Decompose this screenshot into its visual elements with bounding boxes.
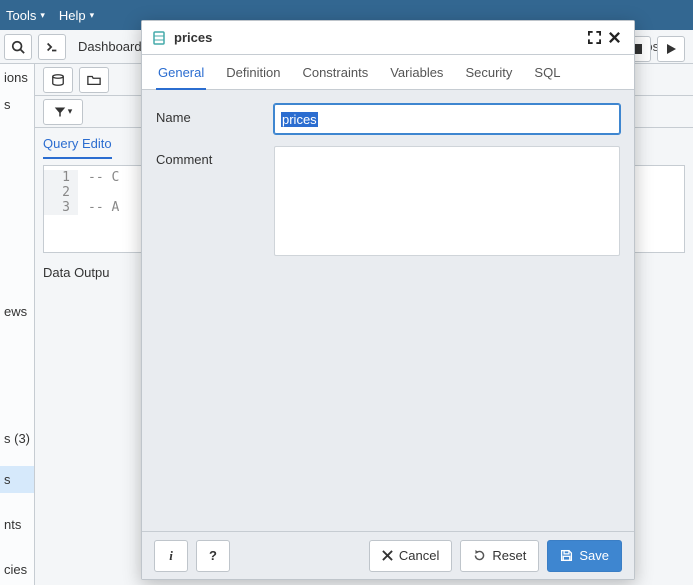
tree-item[interactable]: s (3) xyxy=(0,425,34,452)
maximize-button[interactable] xyxy=(584,28,604,48)
table-icon xyxy=(152,31,166,45)
cancel-label: Cancel xyxy=(399,548,439,563)
tab-data-output[interactable]: Data Outpu xyxy=(43,265,110,280)
line-number: 3 xyxy=(44,200,78,215)
maximize-icon xyxy=(588,31,601,44)
info-button[interactable]: i xyxy=(154,540,188,572)
db-button[interactable] xyxy=(43,67,73,93)
menu-help-label: Help xyxy=(59,8,86,23)
dialog-footer: i ? Cancel Reset Save xyxy=(142,531,634,579)
save-icon xyxy=(560,549,573,562)
name-input-value: prices xyxy=(281,112,318,127)
terminal-button[interactable] xyxy=(38,34,66,60)
tree-item[interactable]: cies xyxy=(0,556,34,583)
help-button[interactable]: ? xyxy=(196,540,230,572)
reset-icon xyxy=(473,549,486,562)
chevron-down-icon: ▾ xyxy=(90,10,95,21)
chevron-down-icon: ▾ xyxy=(40,10,45,21)
properties-dialog: prices General Definition Constraints Va… xyxy=(141,20,635,580)
menu-tools[interactable]: Tools ▾ xyxy=(6,8,45,23)
help-icon: ? xyxy=(209,548,217,563)
menu-tools-label: Tools xyxy=(6,8,36,23)
tree-item[interactable]: ews xyxy=(0,298,34,325)
play-icon xyxy=(665,43,677,55)
reset-label: Reset xyxy=(492,548,526,563)
line-number: 2 xyxy=(44,185,78,200)
dialog-body: Name prices Comment xyxy=(142,90,634,531)
filter-icon xyxy=(54,106,66,118)
tab-variables[interactable]: Variables xyxy=(388,55,445,89)
play-button[interactable] xyxy=(657,36,685,62)
filter-dropdown[interactable]: ▾ xyxy=(43,99,83,125)
editor-line: -- A xyxy=(78,200,119,215)
comment-row: Comment xyxy=(156,146,620,256)
info-icon: i xyxy=(169,548,173,564)
close-icon xyxy=(382,550,393,561)
cancel-button[interactable]: Cancel xyxy=(369,540,452,572)
database-icon xyxy=(51,73,65,87)
search-icon xyxy=(11,40,25,54)
terminal-icon xyxy=(45,40,59,54)
object-browser[interactable]: ions s ews s (3) s nts cies xyxy=(0,64,35,585)
close-icon xyxy=(608,31,621,44)
tab-security[interactable]: Security xyxy=(463,55,514,89)
tree-item[interactable]: ions xyxy=(0,64,34,91)
tree-item[interactable]: s xyxy=(0,91,34,118)
name-input[interactable]: prices xyxy=(274,104,620,134)
tree-item-selected[interactable]: s xyxy=(0,466,34,493)
tab-definition[interactable]: Definition xyxy=(224,55,282,89)
menu-help[interactable]: Help ▾ xyxy=(59,8,94,23)
comment-label: Comment xyxy=(156,146,264,167)
save-button[interactable]: Save xyxy=(547,540,622,572)
name-row: Name prices xyxy=(156,104,620,134)
tab-general[interactable]: General xyxy=(156,55,206,90)
line-number: 1 xyxy=(44,170,78,185)
reset-button[interactable]: Reset xyxy=(460,540,539,572)
tab-sql[interactable]: SQL xyxy=(532,55,562,89)
open-button[interactable] xyxy=(79,67,109,93)
chevron-down-icon: ▾ xyxy=(68,106,73,117)
folder-open-icon xyxy=(87,73,101,87)
tab-query-editor[interactable]: Query Edito xyxy=(43,136,112,159)
editor-line: -- C xyxy=(78,170,119,185)
save-label: Save xyxy=(579,548,609,563)
dialog-header: prices xyxy=(142,21,634,55)
close-button[interactable] xyxy=(604,28,624,48)
comment-input[interactable] xyxy=(274,146,620,256)
tab-constraints[interactable]: Constraints xyxy=(300,55,370,89)
name-label: Name xyxy=(156,104,264,125)
tree-item[interactable]: nts xyxy=(0,511,34,538)
dialog-title: prices xyxy=(174,30,212,45)
dialog-tabs: General Definition Constraints Variables… xyxy=(142,55,634,90)
search-button[interactable] xyxy=(4,34,32,60)
editor-line xyxy=(78,185,88,200)
tab-dashboard[interactable]: Dashboard xyxy=(78,39,142,54)
